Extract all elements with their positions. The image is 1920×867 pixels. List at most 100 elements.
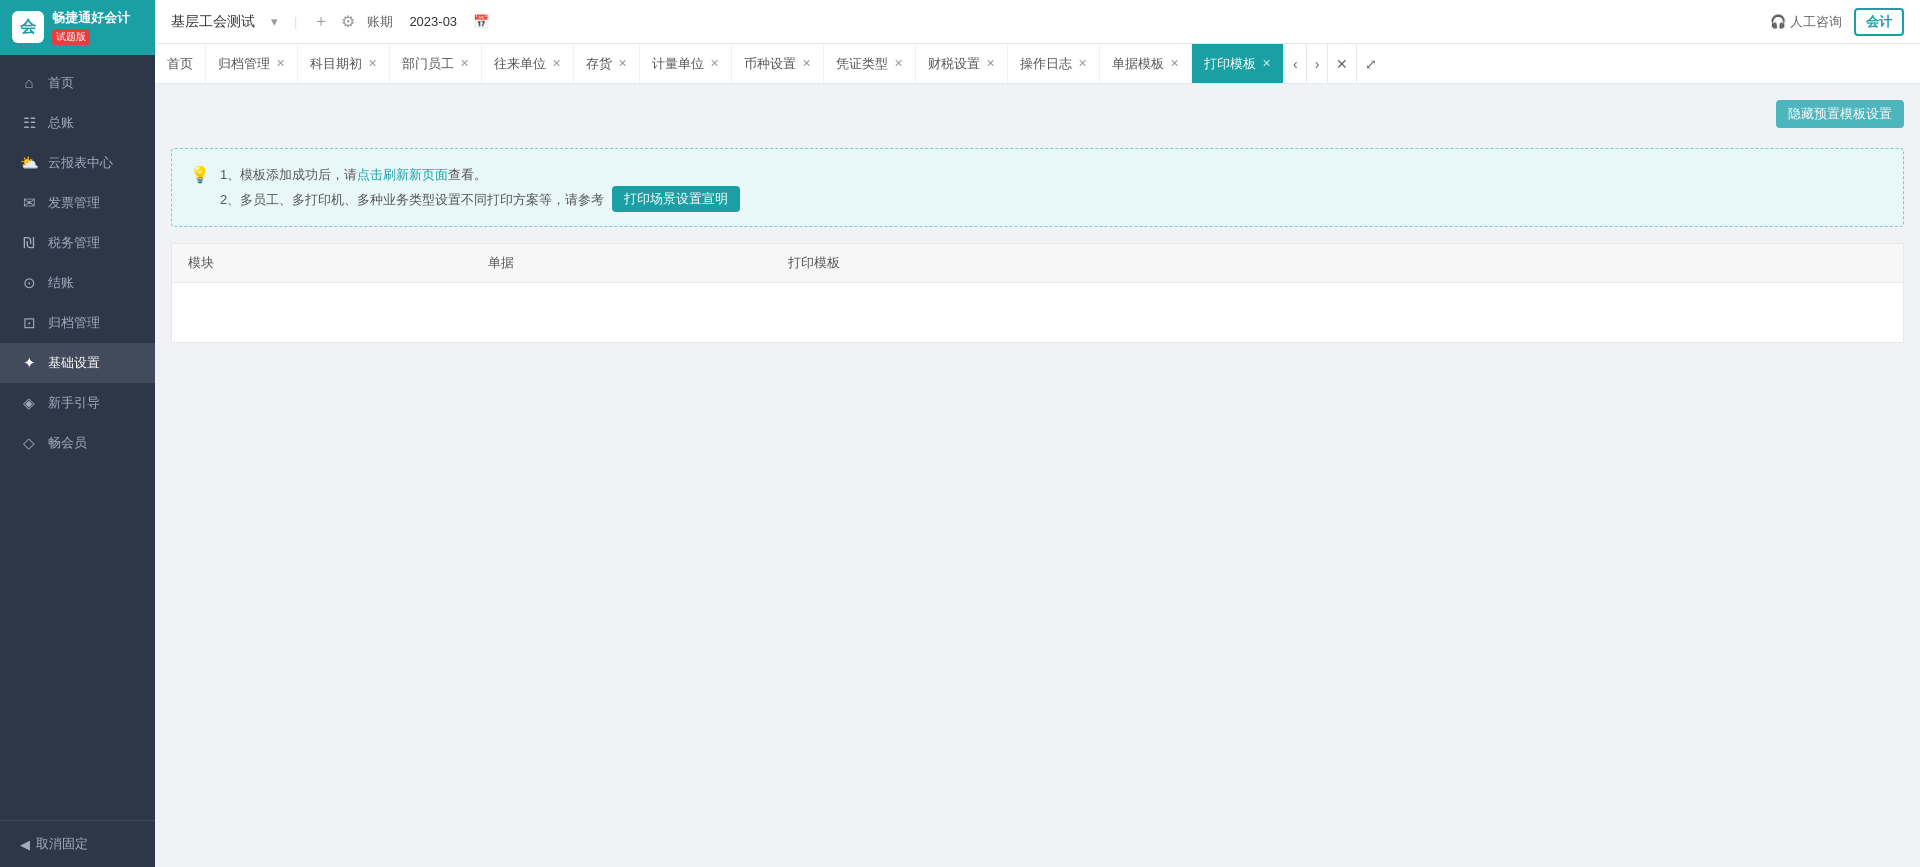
tab-close-currency[interactable]: ✕ — [802, 58, 811, 69]
sidebar-icon-reports: ⛅ — [20, 154, 38, 172]
refresh-link[interactable]: 点击刷新新页面 — [357, 167, 448, 182]
sidebar-icon-member: ◇ — [20, 434, 38, 452]
tab-label-archive: 归档管理 — [218, 55, 270, 73]
top-bar-right: 🎧 人工咨询 会计 — [1770, 8, 1904, 36]
settings-gear-icon[interactable]: ⚙ — [341, 12, 355, 31]
trial-badge: 试题版 — [52, 29, 90, 45]
tab-expand-btn[interactable]: ⤢ — [1356, 44, 1385, 83]
tab-op_log[interactable]: 操作日志 ✕ — [1008, 44, 1100, 83]
sidebar-label-guide: 新手引导 — [48, 394, 100, 412]
sidebar-label-home: 首页 — [48, 74, 74, 92]
sidebar-label-reports: 云报表中心 — [48, 154, 113, 172]
tab-close-single_template[interactable]: ✕ — [1170, 58, 1179, 69]
divider: | — [294, 14, 297, 29]
sidebar-icon-close: ⊙ — [20, 274, 38, 292]
logo-name: 畅捷通好会计 — [52, 10, 130, 27]
main-area: 基层工会测试 ▾ | ＋ ⚙ 账期 2023-03 📅 🎧 人工咨询 会计 首页… — [155, 0, 1920, 867]
tab-dept[interactable]: 部门员工✕ — [390, 44, 482, 83]
tab-label-print_template: 打印模板 — [1204, 55, 1256, 73]
tab-single_template[interactable]: 单据模板 ✕ — [1100, 44, 1192, 83]
tab-unit[interactable]: 计量单位 ✕ — [640, 44, 732, 83]
col-voucher-header: 单据 — [488, 254, 788, 272]
sidebar-item-invoice[interactable]: ✉ 发票管理 — [0, 183, 155, 223]
tab-close-inventory[interactable]: ✕ — [618, 58, 627, 69]
cancel-fixed-label: 取消固定 — [36, 835, 88, 853]
tab-scroll-right-btn[interactable]: › — [1306, 44, 1328, 83]
tab-partner[interactable]: 往来单位✕ — [482, 44, 574, 83]
company-name: 基层工会测试 — [171, 13, 255, 31]
sidebar-item-guide[interactable]: ◈新手引导 — [0, 383, 155, 423]
sidebar-label-invoice: 发票管理 — [48, 194, 100, 212]
sidebar-icon-ledger: ☷ — [20, 114, 38, 132]
kuaiji-btn[interactable]: 会计 — [1854, 8, 1904, 36]
sidebar-nav: ⌂首页 ☷ 总账 ⛅ 云报表中心 ✉ 发票管理 ₪税务管理⊙结账⊡归档管理✦基础设置◈新手引导… — [0, 55, 155, 820]
company-dropdown-icon[interactable]: ▾ — [271, 14, 278, 29]
sidebar-item-home[interactable]: ⌂首页 — [0, 63, 155, 103]
sidebar-item-ledger[interactable]: ☷ 总账 — [0, 103, 155, 143]
tab-scroll-left-btn[interactable]: ‹ — [1284, 44, 1306, 83]
explain-btn[interactable]: 打印场景设置宣明 — [612, 186, 740, 212]
tab-label-single_template: 单据模板 — [1112, 55, 1164, 73]
tab-voucher_type[interactable]: 凭证类型✕ — [824, 44, 916, 83]
tab-close-unit[interactable]: ✕ — [710, 58, 719, 69]
sidebar: 会 畅捷通好会计 试题版 ⌂首页 ☷ 总账 ⛅ 云报表中心 ✉ 发票管理 ₪税务管理⊙结账⊡归… — [0, 0, 155, 867]
sidebar-item-reports[interactable]: ⛅ 云报表中心 — [0, 143, 155, 183]
top-bar: 基层工会测试 ▾ | ＋ ⚙ 账期 2023-03 📅 🎧 人工咨询 会计 — [155, 0, 1920, 44]
sidebar-label-tax: 税务管理 — [48, 234, 100, 252]
tab-close-voucher_type[interactable]: ✕ — [894, 58, 903, 69]
tab-close-all-btn[interactable]: ✕ — [1327, 44, 1356, 83]
logo-icon: 会 — [12, 11, 44, 43]
tab-bar: 首页归档管理✕科目期初✕部门员工✕往来单位✕存货✕计量单位✕币种设置✕凭证类型✕… — [155, 44, 1920, 84]
tab-archive[interactable]: 归档管理 ✕ — [206, 44, 298, 83]
tab-close-archive[interactable]: ✕ — [276, 58, 285, 69]
sidebar-icon-invoice: ✉ — [20, 194, 38, 212]
tab-inventory[interactable]: 存货 ✕ — [574, 44, 640, 83]
tab-label-op_log: 操作日志 — [1020, 55, 1072, 73]
info-line2: 2、多员工、多打印机、多种业务类型设置不同打印方案等，请参考 — [220, 188, 604, 211]
col-module-header: 模块 — [188, 254, 488, 272]
tab-label-unit: 计量单位 — [652, 55, 704, 73]
sidebar-logo: 会 畅捷通好会计 试题版 — [0, 0, 155, 55]
tab-home[interactable]: 首页 — [155, 44, 206, 83]
table-body — [171, 283, 1904, 343]
tab-tax_settings[interactable]: 财税设置 ✕ — [916, 44, 1008, 83]
sidebar-label-ledger: 总账 — [48, 114, 74, 132]
tab-close-print_template[interactable]: ✕ — [1262, 58, 1271, 69]
tab-label-home: 首页 — [167, 55, 193, 73]
sidebar-label-member: 畅会员 — [48, 434, 87, 452]
tab-close-subject[interactable]: ✕ — [368, 58, 377, 69]
service-label: 人工咨询 — [1790, 13, 1842, 31]
tab-label-subject: 科目期初 — [310, 55, 362, 73]
sidebar-item-basic[interactable]: ✦基础设置 — [0, 343, 155, 383]
info-line1: 1、模板添加成功后，请点击刷新新页面查看。 — [220, 163, 740, 186]
period-label: 账期 — [367, 13, 393, 31]
sidebar-item-archive[interactable]: ⊡归档管理 — [0, 303, 155, 343]
service-btn[interactable]: 🎧 人工咨询 — [1770, 13, 1842, 31]
tab-subject[interactable]: 科目期初 ✕ — [298, 44, 390, 83]
arrow-left-icon: ◀ — [20, 837, 30, 852]
tab-close-op_log[interactable]: ✕ — [1078, 58, 1087, 69]
sidebar-item-close[interactable]: ⊙结账 — [0, 263, 155, 303]
sidebar-item-member[interactable]: ◇ 畅会员 — [0, 423, 155, 463]
tab-close-dept[interactable]: ✕ — [460, 58, 469, 69]
tab-currency[interactable]: 币种设置 ✕ — [732, 44, 824, 83]
sidebar-label-archive: 归档管理 — [48, 314, 100, 332]
content-area: 隐藏预置模板设置 💡 1、模板添加成功后，请点击刷新新页面查看。 2、多员工、多… — [155, 84, 1920, 867]
tab-label-currency: 币种设置 — [744, 55, 796, 73]
tab-label-inventory: 存货 — [586, 55, 612, 73]
sidebar-item-tax[interactable]: ₪税务管理 — [0, 223, 155, 263]
calendar-icon[interactable]: 📅 — [473, 14, 489, 29]
tab-label-tax_settings: 财税设置 — [928, 55, 980, 73]
period-value: 2023-03 — [409, 14, 457, 29]
tab-close-tax_settings[interactable]: ✕ — [986, 58, 995, 69]
table-header: 模块 单据 打印模板 — [171, 243, 1904, 283]
cancel-fixed-btn[interactable]: ◀ 取消固定 — [0, 820, 155, 867]
tab-print_template[interactable]: 打印模板 ✕ — [1192, 44, 1284, 83]
add-company-btn[interactable]: ＋ — [313, 11, 329, 32]
info-text: 1、模板添加成功后，请点击刷新新页面查看。 2、多员工、多打印机、多种业务类型设… — [220, 163, 740, 212]
tab-close-partner[interactable]: ✕ — [552, 58, 561, 69]
hide-preview-btn[interactable]: 隐藏预置模板设置 — [1776, 100, 1904, 128]
sidebar-icon-basic: ✦ — [20, 354, 38, 372]
info-line1-prefix: 1、模板添加成功后，请 — [220, 167, 357, 182]
info-line2-wrap: 2、多员工、多打印机、多种业务类型设置不同打印方案等，请参考 打印场景设置宣明 — [220, 186, 740, 212]
